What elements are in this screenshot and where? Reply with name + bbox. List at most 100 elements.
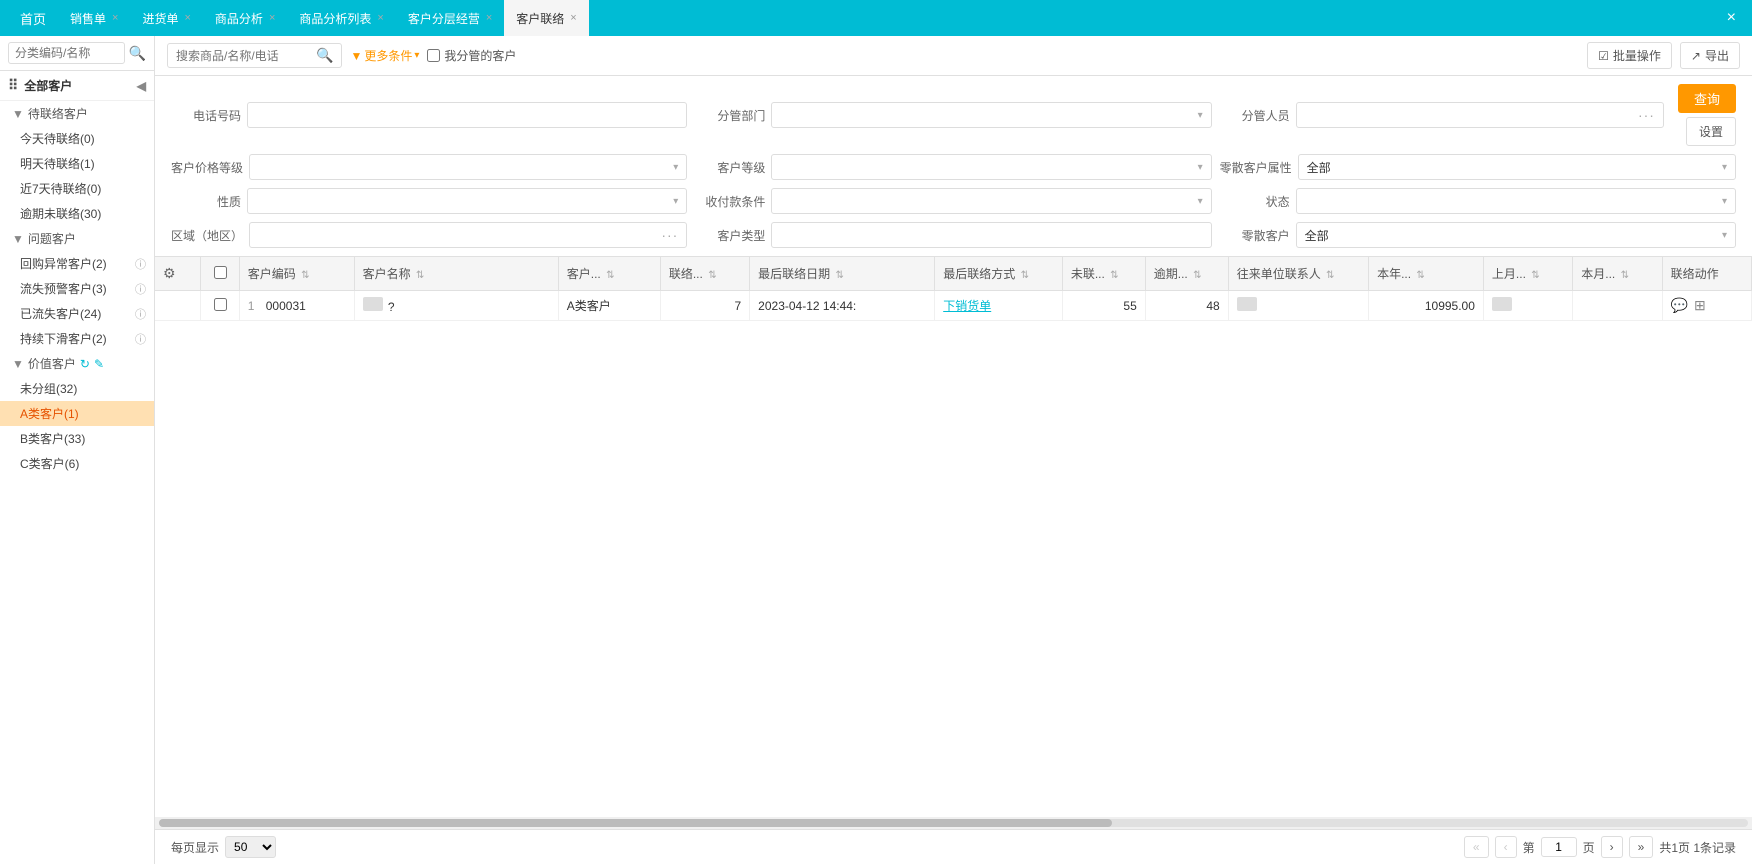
sidebar-search-input[interactable]: [8, 42, 125, 64]
sidebar-item-tomorrow-pending[interactable]: 明天待联络(1): [0, 151, 154, 176]
nav-tab-customer-tier[interactable]: 客户分层经营 ×: [396, 0, 504, 36]
filter-row-nature: 性质 ▾: [171, 188, 687, 214]
filter-input-payment[interactable]: ▾: [771, 188, 1211, 214]
my-customers-checkbox[interactable]: [427, 49, 440, 62]
close-icon[interactable]: ×: [269, 12, 275, 24]
sidebar-item-today-pending[interactable]: 今天待联络(0): [0, 126, 154, 151]
batch-operation-button[interactable]: ☑ 批量操作: [1587, 42, 1672, 69]
filter-row-price-level: 客户价格等级 ▾: [171, 154, 687, 180]
search-icon[interactable]: 🔍: [129, 45, 146, 62]
sidebar-item-churned[interactable]: 已流失客户(24) ⓘ: [0, 301, 154, 326]
filter-input-person[interactable]: ···: [1296, 102, 1664, 128]
filter-input-dept[interactable]: ▾: [771, 102, 1211, 128]
sort-icon[interactable]: ⇅: [1021, 270, 1029, 281]
nav-tab-product-list[interactable]: 商品分析列表 ×: [287, 0, 395, 36]
sort-icon[interactable]: ⇅: [708, 270, 716, 281]
settings-button[interactable]: 设置: [1686, 117, 1736, 146]
sidebar-item-unclassified[interactable]: 未分组(32): [0, 376, 154, 401]
export-icon: ↗: [1691, 49, 1701, 63]
scrollbar-track[interactable]: [159, 819, 1748, 827]
sidebar-item-repurchase-abnormal[interactable]: 回购异常客户(2) ⓘ: [0, 251, 154, 276]
filter-input-customer-level[interactable]: ▾: [771, 154, 1211, 180]
arrow-icon: ▼: [12, 107, 24, 121]
nav-tab-purchase[interactable]: 进货单 ×: [130, 0, 202, 36]
contact-way-link[interactable]: 下销货单: [943, 299, 991, 313]
sort-icon[interactable]: ⇅: [1531, 270, 1539, 281]
horizontal-scrollbar[interactable]: [155, 817, 1752, 829]
th-action: 联络动作: [1662, 257, 1751, 291]
query-button[interactable]: 查询: [1678, 84, 1736, 113]
nav-tab-product-analysis[interactable]: 商品分析 ×: [203, 0, 287, 36]
sort-icon[interactable]: ⇅: [1110, 270, 1118, 281]
sidebar-group-value[interactable]: ▼ 价值客户 ↻ ✎: [0, 351, 154, 376]
close-icon[interactable]: ×: [112, 12, 118, 24]
filter-input-customer-type[interactable]: [771, 222, 1211, 248]
td-way: 下销货单: [935, 291, 1063, 321]
close-all-button[interactable]: ×: [1719, 9, 1744, 27]
export-button[interactable]: ↗ 导出: [1680, 42, 1740, 69]
last-month-placeholder: [1492, 297, 1512, 311]
table-header-row: ⚙ 客户编码 ⇅ 客户名称 ⇅: [155, 257, 1752, 291]
sort-icon[interactable]: ⇅: [606, 270, 614, 281]
sidebar-group-problem[interactable]: ▼ 问题客户: [0, 226, 154, 251]
sort-icon[interactable]: ⇅: [301, 270, 309, 281]
refresh-icon[interactable]: ↻: [80, 357, 90, 371]
sort-icon[interactable]: ⇅: [1621, 270, 1629, 281]
chat-icon[interactable]: 💬: [1671, 297, 1688, 314]
sort-icon[interactable]: ⇅: [416, 270, 424, 281]
filter-label-scatter-attr: 零散客户属性: [1220, 159, 1292, 176]
close-icon[interactable]: ×: [570, 12, 576, 24]
grid-icon: ⠿: [8, 77, 18, 94]
scrollbar-thumb[interactable]: [159, 819, 1112, 827]
sort-icon[interactable]: ⇅: [1326, 270, 1334, 281]
filter-input-region[interactable]: ···: [249, 222, 687, 248]
filter-input-status[interactable]: ▾: [1296, 188, 1736, 214]
nav-tab-home[interactable]: 首页: [8, 9, 58, 28]
last-page-button[interactable]: »: [1629, 836, 1654, 858]
sidebar-item-class-a[interactable]: A类客户(1): [0, 401, 154, 426]
sidebar-all-customers[interactable]: ⠿ 全部客户 ◀: [0, 71, 154, 101]
filter-label-payment: 收付款条件: [695, 193, 765, 210]
sidebar-item-class-b[interactable]: B类客户(33): [0, 426, 154, 451]
more-filters-button[interactable]: ▼ 更多条件 ▾: [350, 47, 419, 64]
sidebar-item-churn-warning[interactable]: 流失预警客户(3) ⓘ: [0, 276, 154, 301]
sidebar-item-overdue-contact[interactable]: 逾期未联络(30): [0, 201, 154, 226]
sidebar-group-pending[interactable]: ▼ 待联络客户: [0, 101, 154, 126]
row-checkbox[interactable]: [214, 298, 227, 311]
more-icon: ···: [1638, 107, 1655, 123]
edit-icon[interactable]: ✎: [94, 357, 104, 371]
first-page-button[interactable]: «: [1464, 836, 1489, 858]
filter-input-scatter[interactable]: 全部 ▾: [1296, 222, 1736, 248]
close-icon[interactable]: ×: [377, 12, 383, 24]
filter-input-phone[interactable]: [247, 102, 687, 128]
td-date: 2023-04-12 14:44:: [750, 291, 935, 321]
my-customers-checkbox-container: 我分管的客户: [427, 47, 516, 64]
sidebar-item-declining[interactable]: 持续下滑客户(2) ⓘ: [0, 326, 154, 351]
next-page-button[interactable]: ›: [1601, 836, 1623, 858]
sort-icon[interactable]: ⇅: [1416, 270, 1424, 281]
filter-search-input[interactable]: [176, 49, 316, 63]
page-size-select[interactable]: 20 50 100: [225, 836, 276, 858]
search-icon[interactable]: 🔍: [316, 47, 333, 64]
sort-icon[interactable]: ⇅: [836, 270, 844, 281]
prev-page-button[interactable]: ‹: [1495, 836, 1517, 858]
settings-cog-icon[interactable]: ⚙: [163, 265, 176, 281]
sidebar-item-7days-pending[interactable]: 近7天待联络(0): [0, 176, 154, 201]
filter-row-status: 状态 ▾: [1220, 188, 1736, 214]
nav-tab-customer-contact[interactable]: 客户联络 ×: [504, 0, 588, 36]
close-icon[interactable]: ×: [184, 12, 190, 24]
nav-tab-sales[interactable]: 销售单 ×: [58, 0, 130, 36]
sort-icon[interactable]: ⇅: [1193, 270, 1201, 281]
data-table-wrapper: ⚙ 客户编码 ⇅ 客户名称 ⇅: [155, 257, 1752, 817]
filter-row-dept: 分管部门 ▾: [695, 84, 1211, 146]
pagination: « ‹ 第 页 › » 共1页 1条记录: [1464, 836, 1736, 858]
filter-input-nature[interactable]: ▾: [247, 188, 687, 214]
grid-icon[interactable]: ⊞: [1694, 297, 1706, 314]
select-all-checkbox[interactable]: [214, 266, 227, 279]
filter-input-price-level[interactable]: ▾: [249, 154, 687, 180]
sidebar-item-class-c[interactable]: C类客户(6): [0, 451, 154, 476]
filter-input-scatter-attr[interactable]: 全部 ▾: [1298, 154, 1736, 180]
page-number-input[interactable]: [1541, 837, 1577, 857]
close-icon[interactable]: ×: [486, 12, 492, 24]
more-icon: ···: [661, 227, 678, 243]
